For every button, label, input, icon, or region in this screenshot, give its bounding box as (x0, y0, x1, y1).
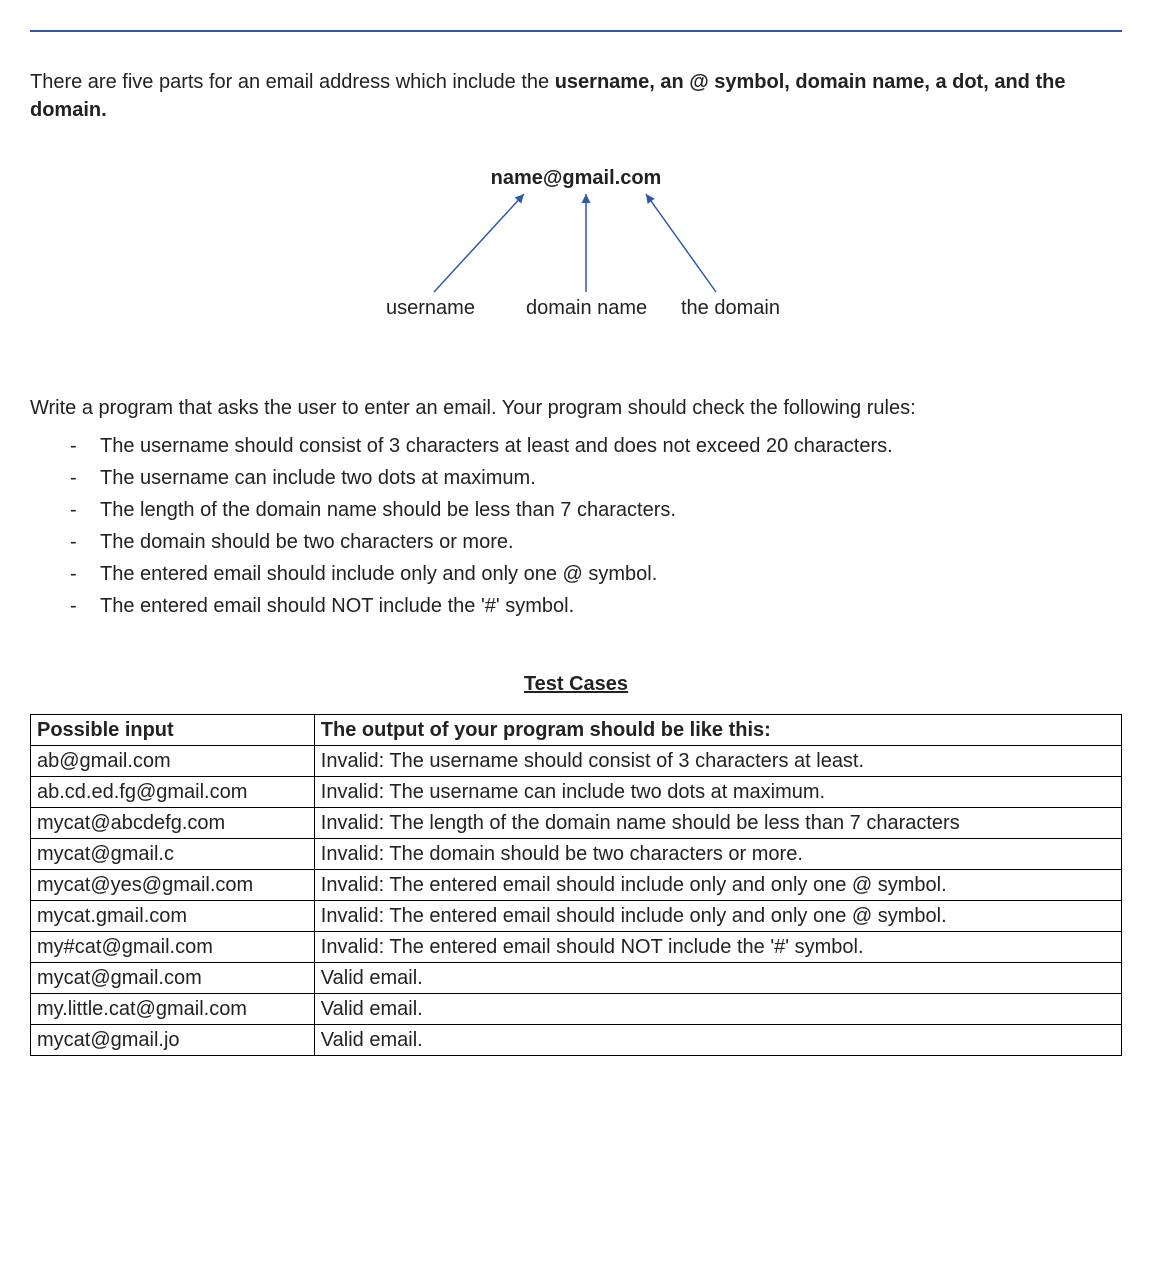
cell-output: Invalid: The entered email should includ… (314, 901, 1121, 932)
bullet-dash: - (70, 592, 100, 620)
header-input: Possible input (31, 715, 315, 746)
rule-item: -The username should consist of 3 charac… (70, 432, 1122, 460)
rule-text: The username should consist of 3 charact… (100, 432, 893, 460)
bullet-dash: - (70, 432, 100, 460)
header-output: The output of your program should be lik… (314, 715, 1121, 746)
cell-output: Invalid: The username can include two do… (314, 777, 1121, 808)
table-row: my.little.cat@gmail.comValid email. (31, 994, 1122, 1025)
intro-pre: There are five parts for an email addres… (30, 71, 555, 93)
top-divider (30, 30, 1122, 32)
bullet-dash: - (70, 560, 100, 588)
rule-item: -The entered email should NOT include th… (70, 592, 1122, 620)
cell-input: mycat@gmail.c (31, 839, 315, 870)
cell-output: Invalid: The username should consist of … (314, 746, 1121, 777)
cell-output: Invalid: The domain should be two charac… (314, 839, 1121, 870)
rule-item: -The domain should be two characters or … (70, 528, 1122, 556)
table-row: mycat@abcdefg.comInvalid: The length of … (31, 808, 1122, 839)
diagram-label-domain: the domain (681, 294, 780, 322)
bullet-dash: - (70, 464, 100, 492)
cell-input: ab@gmail.com (31, 746, 315, 777)
table-row: ab.cd.ed.fg@gmail.comInvalid: The userna… (31, 777, 1122, 808)
test-cases-heading: Test Cases (30, 670, 1122, 698)
table-header-row: Possible input The output of your progra… (31, 715, 1122, 746)
bullet-dash: - (70, 496, 100, 524)
cell-input: mycat@gmail.com (31, 963, 315, 994)
cell-input: ab.cd.ed.fg@gmail.com (31, 777, 315, 808)
rule-text: The length of the domain name should be … (100, 496, 676, 524)
cell-output: Valid email. (314, 963, 1121, 994)
task-description: Write a program that asks the user to en… (30, 394, 1122, 422)
rules-list: -The username should consist of 3 charac… (70, 432, 1122, 620)
rule-text: The username can include two dots at max… (100, 464, 536, 492)
rule-text: The entered email should NOT include the… (100, 592, 574, 620)
bullet-dash: - (70, 528, 100, 556)
cell-output: Invalid: The entered email should includ… (314, 870, 1121, 901)
rule-item: -The entered email should include only a… (70, 560, 1122, 588)
test-cases-table: Possible input The output of your progra… (30, 714, 1122, 1056)
cell-input: mycat@yes@gmail.com (31, 870, 315, 901)
diagram-label-username: username (386, 294, 475, 322)
table-row: mycat@gmail.joValid email. (31, 1025, 1122, 1056)
rule-item: -The length of the domain name should be… (70, 496, 1122, 524)
cell-input: mycat.gmail.com (31, 901, 315, 932)
table-row: mycat.gmail.comInvalid: The entered emai… (31, 901, 1122, 932)
cell-input: my#cat@gmail.com (31, 932, 315, 963)
cell-input: mycat@gmail.jo (31, 1025, 315, 1056)
email-diagram: name@gmail.com username domain name the … (226, 164, 926, 344)
cell-output: Invalid: The entered email should NOT in… (314, 932, 1121, 963)
table-row: mycat@gmail.cInvalid: The domain should … (31, 839, 1122, 870)
rule-item: -The username can include two dots at ma… (70, 464, 1122, 492)
cell-input: my.little.cat@gmail.com (31, 994, 315, 1025)
table-row: my#cat@gmail.comInvalid: The entered ema… (31, 932, 1122, 963)
diagram-label-domainname: domain name (526, 294, 647, 322)
cell-output: Invalid: The length of the domain name s… (314, 808, 1121, 839)
table-row: mycat@gmail.comValid email. (31, 963, 1122, 994)
email-example-text: name@gmail.com (491, 164, 662, 192)
cell-output: Valid email. (314, 1025, 1121, 1056)
intro-paragraph: There are five parts for an email addres… (30, 68, 1122, 124)
cell-input: mycat@abcdefg.com (31, 808, 315, 839)
cell-output: Valid email. (314, 994, 1121, 1025)
rule-text: The domain should be two characters or m… (100, 528, 514, 556)
table-row: ab@gmail.comInvalid: The username should… (31, 746, 1122, 777)
table-row: mycat@yes@gmail.comInvalid: The entered … (31, 870, 1122, 901)
rule-text: The entered email should include only an… (100, 560, 657, 588)
